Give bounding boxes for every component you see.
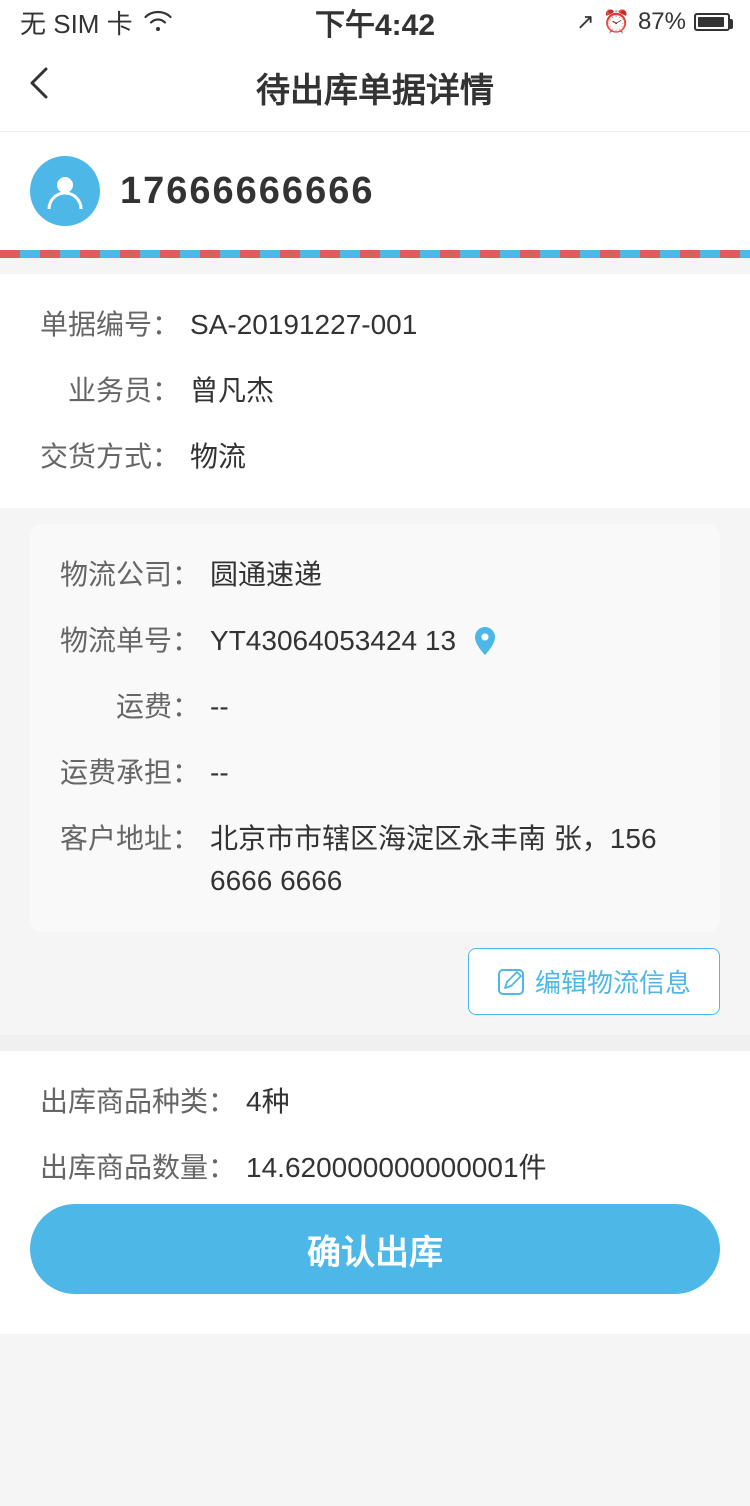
confirm-outbound-button[interactable]: 确认出库 — [30, 1204, 720, 1294]
tracking-number-value: YT43064053424 13 — [210, 620, 690, 662]
status-left: 无 SIM 卡 — [20, 4, 173, 41]
logistics-company-row: 物流公司： 圆通速递 — [60, 554, 690, 596]
edit-icon — [497, 968, 525, 996]
goods-types-label: 出库商品种类： — [40, 1081, 236, 1123]
confirm-button-label: 确认出库 — [307, 1225, 443, 1274]
logistics-card: 物流公司： 圆通速递 物流单号： YT43064053424 13 运费： --… — [30, 524, 720, 932]
delivery-method-value: 物流 — [190, 436, 710, 478]
carrier-text: 无 SIM 卡 — [20, 4, 133, 41]
sales-person-label: 业务员： — [40, 370, 180, 412]
goods-types-value: 4种 — [246, 1081, 710, 1123]
bottom-spacer — [0, 1306, 750, 1506]
status-right: ↗ ⏰ 87% — [576, 8, 730, 36]
edit-btn-container: 编辑物流信息 — [0, 948, 750, 1035]
confirm-btn-wrap: 确认出库 — [0, 1184, 750, 1334]
freight-value: -- — [210, 686, 690, 728]
battery-icon — [694, 13, 730, 31]
freight-bearer-label: 运费承担： — [60, 752, 200, 794]
edit-logistics-label: 编辑物流信息 — [535, 963, 691, 1000]
dashed-divider — [0, 250, 750, 258]
page-title: 待出库单据详情 — [256, 63, 494, 112]
freight-row: 运费： -- — [60, 686, 690, 728]
nav-bar: 待出库单据详情 — [0, 44, 750, 132]
status-time: 下午4:42 — [315, 0, 435, 44]
address-value: 北京市市辖区海淀区永丰南 张，156 6666 6666 — [210, 818, 690, 902]
address-label: 客户地址： — [60, 818, 200, 860]
logistics-company-label: 物流公司： — [60, 554, 200, 596]
battery-text: 87% — [638, 8, 686, 36]
edit-logistics-button[interactable]: 编辑物流信息 — [468, 948, 720, 1015]
basic-info-section: 单据编号： SA-20191227-001 业务员： 曾凡杰 交货方式： 物流 — [0, 274, 750, 508]
document-number-label: 单据编号： — [40, 304, 180, 346]
goods-types-row: 出库商品种类： 4种 — [40, 1081, 710, 1123]
goods-quantity-value: 14.620000000000001件 — [246, 1147, 710, 1189]
user-header: 17666666666 — [0, 132, 750, 250]
location-icon[interactable] — [468, 624, 502, 658]
delivery-method-row: 交货方式： 物流 — [40, 436, 710, 478]
freight-label: 运费： — [60, 686, 200, 728]
wifi-icon — [143, 7, 173, 38]
alarm-icon: ⏰ — [603, 9, 630, 35]
section-divider-1 — [0, 1035, 750, 1051]
back-button[interactable] — [28, 65, 50, 110]
freight-bearer-row: 运费承担： -- — [60, 752, 690, 794]
user-phone: 17666666666 — [120, 170, 374, 213]
document-number-value: SA-20191227-001 — [190, 304, 710, 346]
tracking-number-label: 物流单号： — [60, 620, 200, 662]
tracking-number-row: 物流单号： YT43064053424 13 — [60, 620, 690, 662]
address-row: 客户地址： 北京市市辖区海淀区永丰南 张，156 6666 6666 — [60, 818, 690, 902]
freight-bearer-value: -- — [210, 752, 690, 794]
logistics-company-value: 圆通速递 — [210, 554, 690, 596]
goods-quantity-label: 出库商品数量： — [40, 1147, 236, 1189]
location-arrow-icon: ↗ — [576, 9, 594, 35]
goods-quantity-row: 出库商品数量： 14.620000000000001件 — [40, 1147, 710, 1189]
sales-person-row: 业务员： 曾凡杰 — [40, 370, 710, 412]
status-bar: 无 SIM 卡 下午4:42 ↗ ⏰ 87% — [0, 0, 750, 44]
sales-person-value: 曾凡杰 — [190, 370, 710, 412]
document-number-row: 单据编号： SA-20191227-001 — [40, 304, 710, 346]
delivery-method-label: 交货方式： — [40, 436, 180, 478]
avatar — [30, 156, 100, 226]
